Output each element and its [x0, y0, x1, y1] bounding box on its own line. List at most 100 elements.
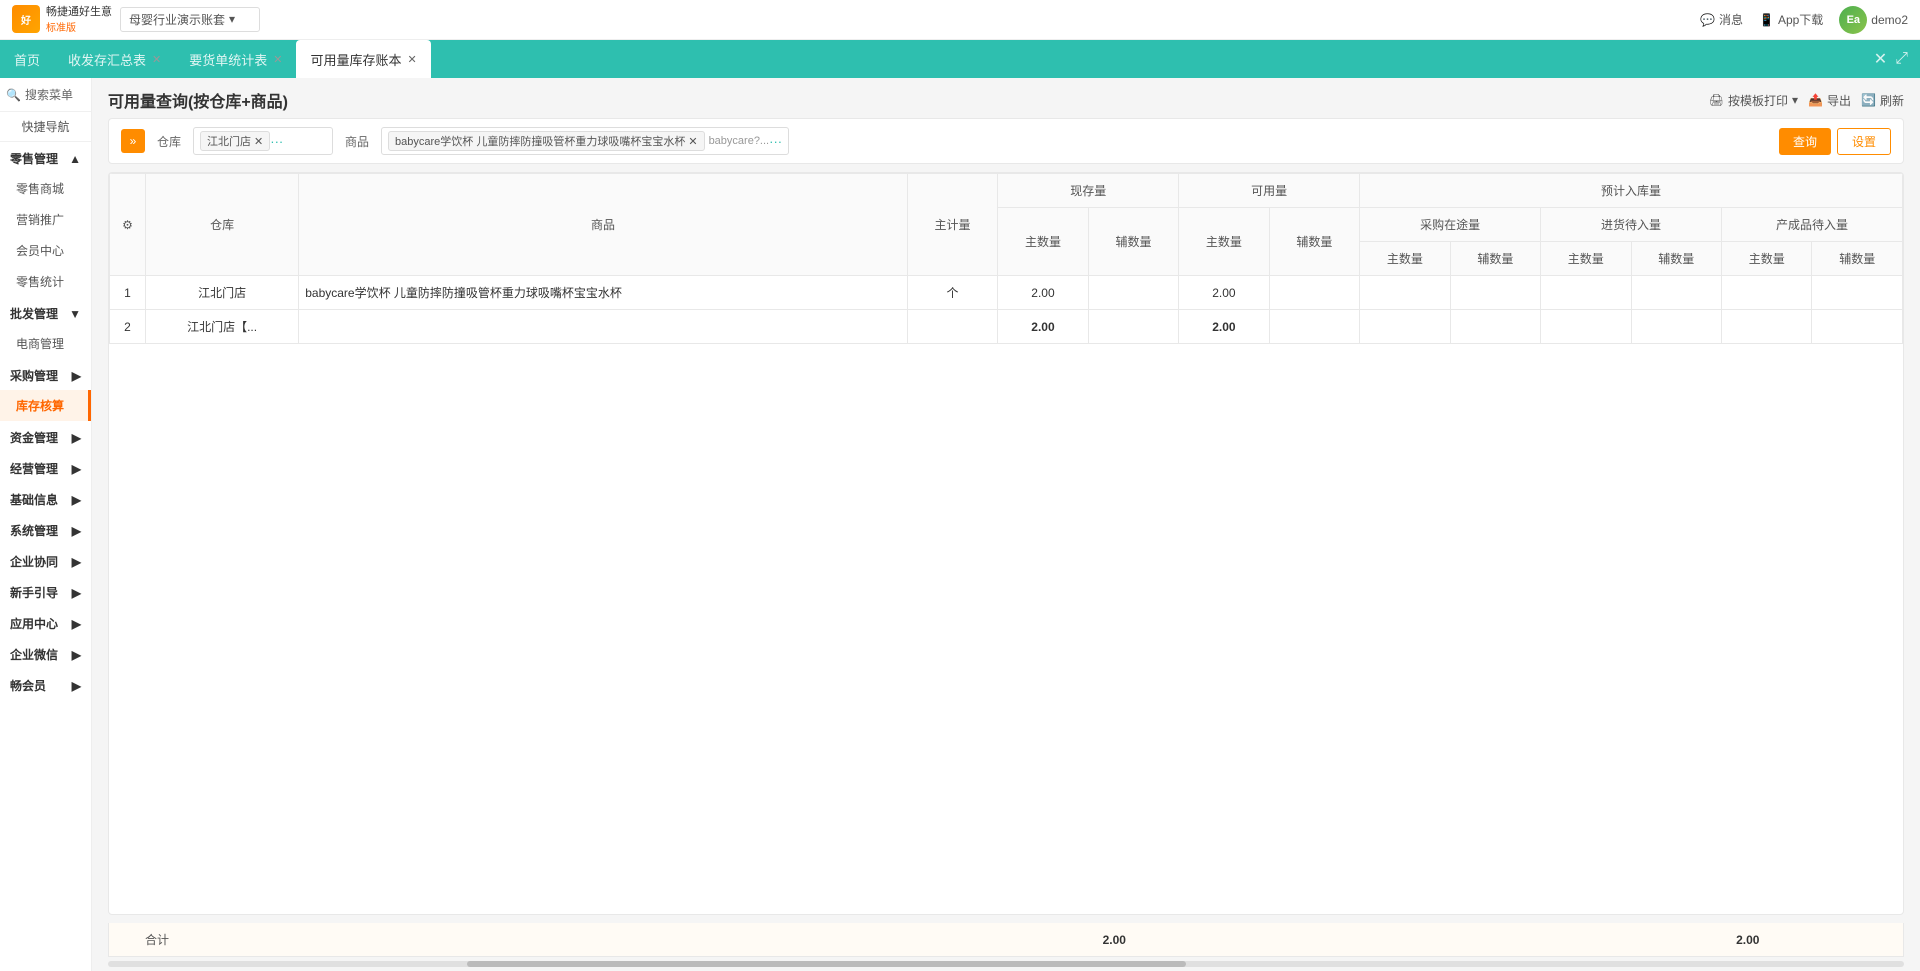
- industry-selector[interactable]: 母婴行业演示账套 ▾: [120, 7, 260, 32]
- sidebar-section-finance[interactable]: 资金管理 ▶: [0, 421, 91, 452]
- export-btn[interactable]: 📤 导出: [1808, 92, 1851, 109]
- product-tag1: babycare学饮杯 儿童防摔防撞吸管杯重力球吸嘴杯宝宝水杯 ✕: [388, 131, 705, 151]
- th-planned-inbound: 预计入库量: [1360, 174, 1903, 208]
- th-purchase-main: 主数量: [1360, 242, 1450, 276]
- tab-receipt-close[interactable]: ✕: [152, 53, 161, 66]
- product-tag1-close[interactable]: ✕: [688, 135, 697, 148]
- chevron-right-icon9: ▶: [72, 648, 81, 662]
- product-filter-input[interactable]: babycare学饮杯 儿童防摔防撞吸管杯重力球吸嘴杯宝宝水杯 ✕ babyca…: [381, 127, 789, 155]
- th-current-stock: 现存量: [998, 174, 1179, 208]
- sidebar-section-wechat[interactable]: 企业微信 ▶: [0, 638, 91, 669]
- sidebar-item-marketing[interactable]: 营销推广: [0, 204, 91, 235]
- th-warehouse: 仓库: [146, 174, 299, 276]
- th-settings[interactable]: ⚙: [110, 174, 146, 276]
- table-row: 2 江北门店【... 2.00 2.00: [110, 310, 1903, 344]
- ecommerce-label: 电商管理: [16, 337, 64, 351]
- top-bar-left: 好 畅捷通好生意 标准版 母婴行业演示账套 ▾: [12, 5, 260, 34]
- table-container: ⚙ 仓库 商品 主计量 现存量 可用量 预计入库量 主数量 辅数量 主数量 辅数…: [108, 172, 1904, 915]
- window-close-btn[interactable]: ✕: [1870, 49, 1891, 69]
- sidebar-section-newguide[interactable]: 新手引导 ▶: [0, 576, 91, 607]
- retail-shop-label: 零售商城: [16, 182, 64, 196]
- query-button[interactable]: 查询: [1779, 128, 1831, 155]
- refresh-btn[interactable]: 🔄 刷新: [1861, 92, 1904, 109]
- row2-purchase-aux: [1450, 310, 1540, 344]
- phone-icon: 📱: [1759, 13, 1774, 27]
- scroll-bar-wrap: [92, 957, 1920, 971]
- scroll-bar[interactable]: [108, 961, 1904, 967]
- sidebar-section-basic[interactable]: 基础信息 ▶: [0, 483, 91, 514]
- sidebar-item-ecommerce[interactable]: 电商管理: [0, 328, 91, 359]
- tab-receipt-summary[interactable]: 收发存汇总表 ✕: [54, 40, 175, 78]
- chevron-down-icon: ▾: [229, 12, 235, 26]
- sidebar-item-member-center[interactable]: 会员中心: [0, 235, 91, 266]
- tab-order-close[interactable]: ✕: [273, 53, 282, 66]
- sidebar-section-retail[interactable]: 零售管理 ▲: [0, 142, 91, 173]
- message-action[interactable]: 💬 消息: [1700, 11, 1743, 28]
- row1-production-main: [1722, 276, 1812, 310]
- sidebar-search[interactable]: 🔍 搜索菜单: [0, 78, 91, 112]
- row1-warehouse: 江北门店: [146, 276, 299, 310]
- tab-home[interactable]: 首页: [0, 40, 54, 78]
- sidebar-section-purchase[interactable]: 采购管理 ▶: [0, 359, 91, 390]
- window-expand-btn[interactable]: ⤢: [1891, 50, 1912, 68]
- sidebar-section-wholesale[interactable]: 批发管理 ▼: [0, 297, 91, 328]
- chevron-down-print: ▾: [1792, 93, 1798, 107]
- warehouse-tag-close[interactable]: ✕: [254, 135, 263, 148]
- filter-toggle-btn[interactable]: »: [121, 129, 145, 153]
- tab-order-stats[interactable]: 要货单统计表 ✕: [175, 40, 296, 78]
- operation-label: 经营管理: [10, 460, 58, 477]
- top-bar: 好 畅捷通好生意 标准版 母婴行业演示账套 ▾ 💬 消息 📱 App下载 Ea …: [0, 0, 1920, 40]
- user-action[interactable]: Ea demo2: [1839, 6, 1908, 34]
- data-table: ⚙ 仓库 商品 主计量 现存量 可用量 预计入库量 主数量 辅数量 主数量 辅数…: [109, 173, 1903, 344]
- row1-current-main: 2.00: [998, 276, 1088, 310]
- product-filter-label: 商品: [345, 133, 369, 150]
- sidebar-item-retail-shop[interactable]: 零售商城: [0, 173, 91, 204]
- row1-production-aux: [1812, 276, 1903, 310]
- system-label: 系统管理: [10, 522, 58, 539]
- warehouse-filter-label: 仓库: [157, 133, 181, 150]
- appstore-label: 应用中心: [10, 615, 58, 632]
- sidebar-section-enterprise[interactable]: 企业协同 ▶: [0, 545, 91, 576]
- newguide-label: 新手引导: [10, 584, 58, 601]
- tab-available-close[interactable]: ✕: [408, 53, 417, 66]
- tab-available-stock[interactable]: 可用量库存账本 ✕: [296, 40, 430, 78]
- sidebar-item-inventory[interactable]: 库存核算: [0, 390, 91, 421]
- warehouse-tag-value: 江北门店 ✕: [200, 131, 270, 151]
- sidebar-item-retail-stats[interactable]: 零售统计: [0, 266, 91, 297]
- scroll-thumb[interactable]: [467, 961, 1185, 967]
- setting-button[interactable]: 设置: [1837, 128, 1891, 155]
- row1-current-aux: [1088, 276, 1178, 310]
- filter-bar: » 仓库 江北门店 ✕ ··· 商品 babycare学饮杯 儿童防摔防撞吸管杯…: [108, 118, 1904, 164]
- marketing-label: 营销推广: [16, 213, 64, 227]
- row1-avail-main: 2.00: [1179, 276, 1269, 310]
- chevron-right-icon10: ▶: [72, 679, 81, 693]
- print-btn[interactable]: 🖨 按模板打印 ▾: [1709, 92, 1798, 109]
- footer-spacer3: [1401, 933, 1461, 947]
- th-purchase-aux: 辅数量: [1450, 242, 1540, 276]
- row1-purchase-main: [1360, 276, 1450, 310]
- search-label: 搜索菜单: [25, 86, 73, 103]
- row1-product: babycare学饮杯 儿童防摔防撞吸管杯重力球吸嘴杯宝宝水杯: [299, 276, 908, 310]
- sidebar-section-system[interactable]: 系统管理 ▶: [0, 514, 91, 545]
- sidebar-section-operation[interactable]: 经营管理 ▶: [0, 452, 91, 483]
- sidebar-quick-nav[interactable]: 快捷导航: [0, 112, 91, 142]
- warehouse-more[interactable]: ···: [270, 134, 283, 149]
- th-production-aux: 辅数量: [1812, 242, 1903, 276]
- chevron-right-icon2: ▶: [72, 431, 81, 445]
- sidebar-section-appstore[interactable]: 应用中心 ▶: [0, 607, 91, 638]
- warehouse-filter-input[interactable]: 江北门店 ✕ ···: [193, 127, 333, 155]
- nav-tabs: 首页 收发存汇总表 ✕ 要货单统计表 ✕ 可用量库存账本 ✕ ✕ ⤢: [0, 40, 1920, 78]
- export-icon: 📤: [1808, 93, 1823, 107]
- product-more[interactable]: ···: [769, 134, 782, 149]
- row1-avail-aux: [1269, 276, 1359, 310]
- app-download-action[interactable]: 📱 App下载: [1759, 11, 1823, 28]
- export-label: 导出: [1827, 92, 1851, 109]
- th-production-pending: 产成品待入量: [1722, 208, 1903, 242]
- product-tag1-text: babycare学饮杯 儿童防摔防撞吸管杯重力球吸嘴杯宝宝水杯: [395, 133, 685, 149]
- retail-label: 零售管理: [10, 150, 58, 167]
- chevron-down-icon: ▼: [69, 307, 81, 321]
- th-inbound-main: 主数量: [1541, 242, 1631, 276]
- industry-label: 母婴行业演示账套: [129, 11, 225, 28]
- sidebar-section-member[interactable]: 畅会员 ▶: [0, 669, 91, 700]
- member-center-label: 会员中心: [16, 244, 64, 258]
